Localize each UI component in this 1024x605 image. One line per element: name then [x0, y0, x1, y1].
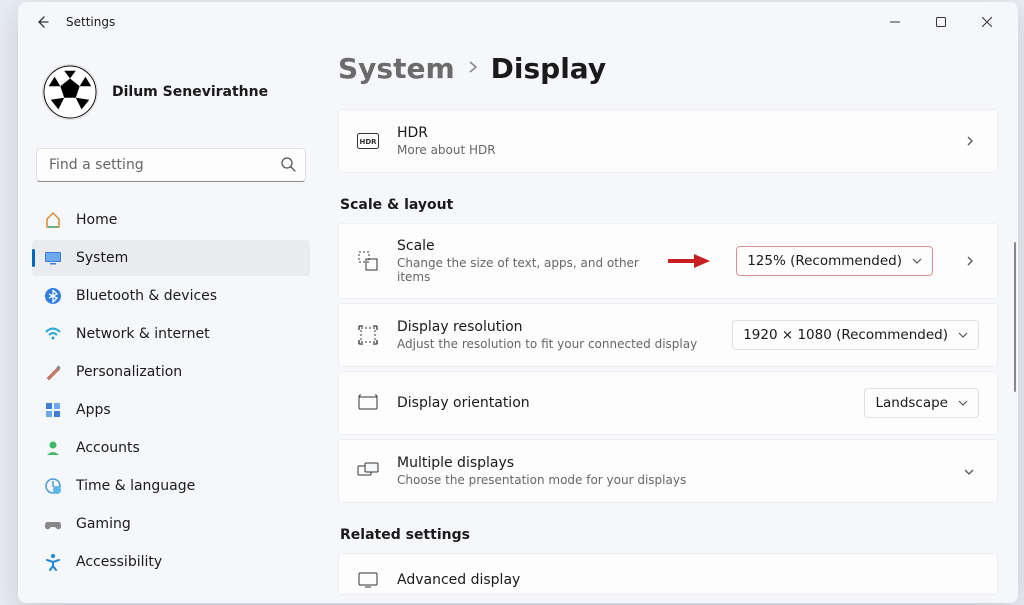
hdr-title: HDR [397, 125, 943, 141]
titlebar: Settings [18, 2, 1018, 42]
window-controls [872, 6, 1010, 38]
avatar [42, 64, 98, 120]
brush-icon [44, 363, 62, 381]
orientation-value: Landscape [875, 395, 948, 411]
multiple-title: Multiple displays [397, 455, 941, 471]
chevron-right-icon [467, 59, 479, 78]
sidebar-item-apps[interactable]: Apps [32, 392, 310, 428]
sidebar-item-label: Gaming [76, 516, 131, 532]
scale-card: Scale Change the size of text, apps, and… [338, 223, 998, 299]
chevron-down-icon [959, 462, 979, 481]
breadcrumb-current: Display [491, 52, 606, 85]
maximize-icon [936, 17, 946, 27]
resolution-value: 1920 × 1080 (Recommended) [743, 327, 948, 343]
sidebar-item-label: Bluetooth & devices [76, 288, 217, 304]
breadcrumb-parent[interactable]: System [338, 52, 455, 85]
red-arrow-annotation [666, 251, 712, 271]
sidebar-item-label: Personalization [76, 364, 182, 380]
settings-window: Settings Dilum Senevirathne Home System [18, 2, 1018, 603]
sidebar-item-label: Network & internet [76, 326, 210, 342]
scale-icon [357, 251, 379, 271]
accessibility-icon [44, 553, 62, 571]
home-icon [44, 211, 62, 229]
hdr-subtitle: More about HDR [397, 143, 943, 157]
profile-section[interactable]: Dilum Senevirathne [32, 42, 310, 148]
resolution-title: Display resolution [397, 319, 714, 335]
chevron-down-icon [912, 257, 922, 265]
orientation-title: Display orientation [397, 395, 846, 411]
sidebar-item-time[interactable]: Time & language [32, 468, 310, 504]
hdr-icon: HDR [357, 133, 379, 149]
resolution-card: Display resolution Adjust the resolution… [338, 303, 998, 367]
sidebar-item-system[interactable]: System [32, 240, 310, 276]
sidebar-item-label: Accounts [76, 440, 140, 456]
scrollbar[interactable] [1014, 242, 1016, 392]
back-arrow-icon [34, 14, 50, 30]
display-icon [357, 572, 379, 588]
bluetooth-icon [44, 287, 62, 305]
gamepad-icon [44, 515, 62, 533]
person-icon [44, 439, 62, 457]
advanced-display-card[interactable]: Advanced display [338, 553, 998, 595]
app-title: Settings [66, 15, 115, 29]
soccer-ball-icon [43, 64, 97, 120]
content-area: System Display HDR HDR More about HDR Sc… [314, 42, 1018, 603]
section-related: Related settings [340, 527, 998, 543]
back-button[interactable] [26, 6, 58, 38]
orientation-select[interactable]: Landscape [864, 388, 979, 418]
profile-name: Dilum Senevirathne [112, 84, 268, 100]
sidebar-item-home[interactable]: Home [32, 202, 310, 238]
sidebar-item-bluetooth[interactable]: Bluetooth & devices [32, 278, 310, 314]
sidebar-item-accessibility[interactable]: Accessibility [32, 544, 310, 580]
search-input[interactable] [36, 148, 306, 182]
hdr-card[interactable]: HDR HDR More about HDR [338, 109, 998, 173]
search-icon [280, 156, 296, 176]
sidebar: Dilum Senevirathne Home System Bluetooth… [18, 42, 314, 603]
breadcrumb: System Display [338, 52, 998, 85]
multiple-displays-card[interactable]: Multiple displays Choose the presentatio… [338, 439, 998, 503]
scale-select[interactable]: 125% (Recommended) [736, 246, 933, 276]
minimize-button[interactable] [872, 6, 918, 38]
resolution-icon [357, 325, 379, 345]
resolution-subtitle: Adjust the resolution to fit your connec… [397, 337, 714, 351]
close-icon [982, 17, 992, 27]
sidebar-item-network[interactable]: Network & internet [32, 316, 310, 352]
sidebar-item-label: Apps [76, 402, 111, 418]
close-button[interactable] [964, 6, 1010, 38]
system-icon [44, 249, 62, 267]
chevron-down-icon [958, 331, 968, 339]
search-container [36, 148, 306, 182]
advanced-title: Advanced display [397, 572, 979, 588]
section-scale-layout: Scale & layout [340, 197, 998, 213]
wifi-icon [44, 325, 62, 343]
sidebar-item-label: System [76, 250, 128, 266]
multiple-displays-icon [357, 462, 379, 480]
sidebar-item-accounts[interactable]: Accounts [32, 430, 310, 466]
scale-subtitle: Change the size of text, apps, and other… [397, 256, 648, 284]
scale-value: 125% (Recommended) [747, 253, 902, 269]
clock-globe-icon [44, 477, 62, 495]
svg-text:HDR: HDR [359, 138, 377, 146]
orientation-card: Display orientation Landscape [338, 371, 998, 435]
orientation-icon [357, 394, 379, 412]
multiple-subtitle: Choose the presentation mode for your di… [397, 473, 941, 487]
sidebar-item-label: Time & language [76, 478, 195, 494]
minimize-icon [890, 17, 900, 27]
chevron-right-icon [961, 132, 979, 151]
nav-list: Home System Bluetooth & devices Network … [32, 202, 310, 580]
sidebar-item-personalization[interactable]: Personalization [32, 354, 310, 390]
scale-title: Scale [397, 238, 648, 254]
sidebar-item-gaming[interactable]: Gaming [32, 506, 310, 542]
sidebar-item-label: Home [76, 212, 117, 228]
maximize-button[interactable] [918, 6, 964, 38]
chevron-right-icon[interactable] [961, 252, 979, 271]
chevron-down-icon [958, 399, 968, 407]
resolution-select[interactable]: 1920 × 1080 (Recommended) [732, 320, 979, 350]
sidebar-item-label: Accessibility [76, 554, 162, 570]
apps-icon [44, 401, 62, 419]
